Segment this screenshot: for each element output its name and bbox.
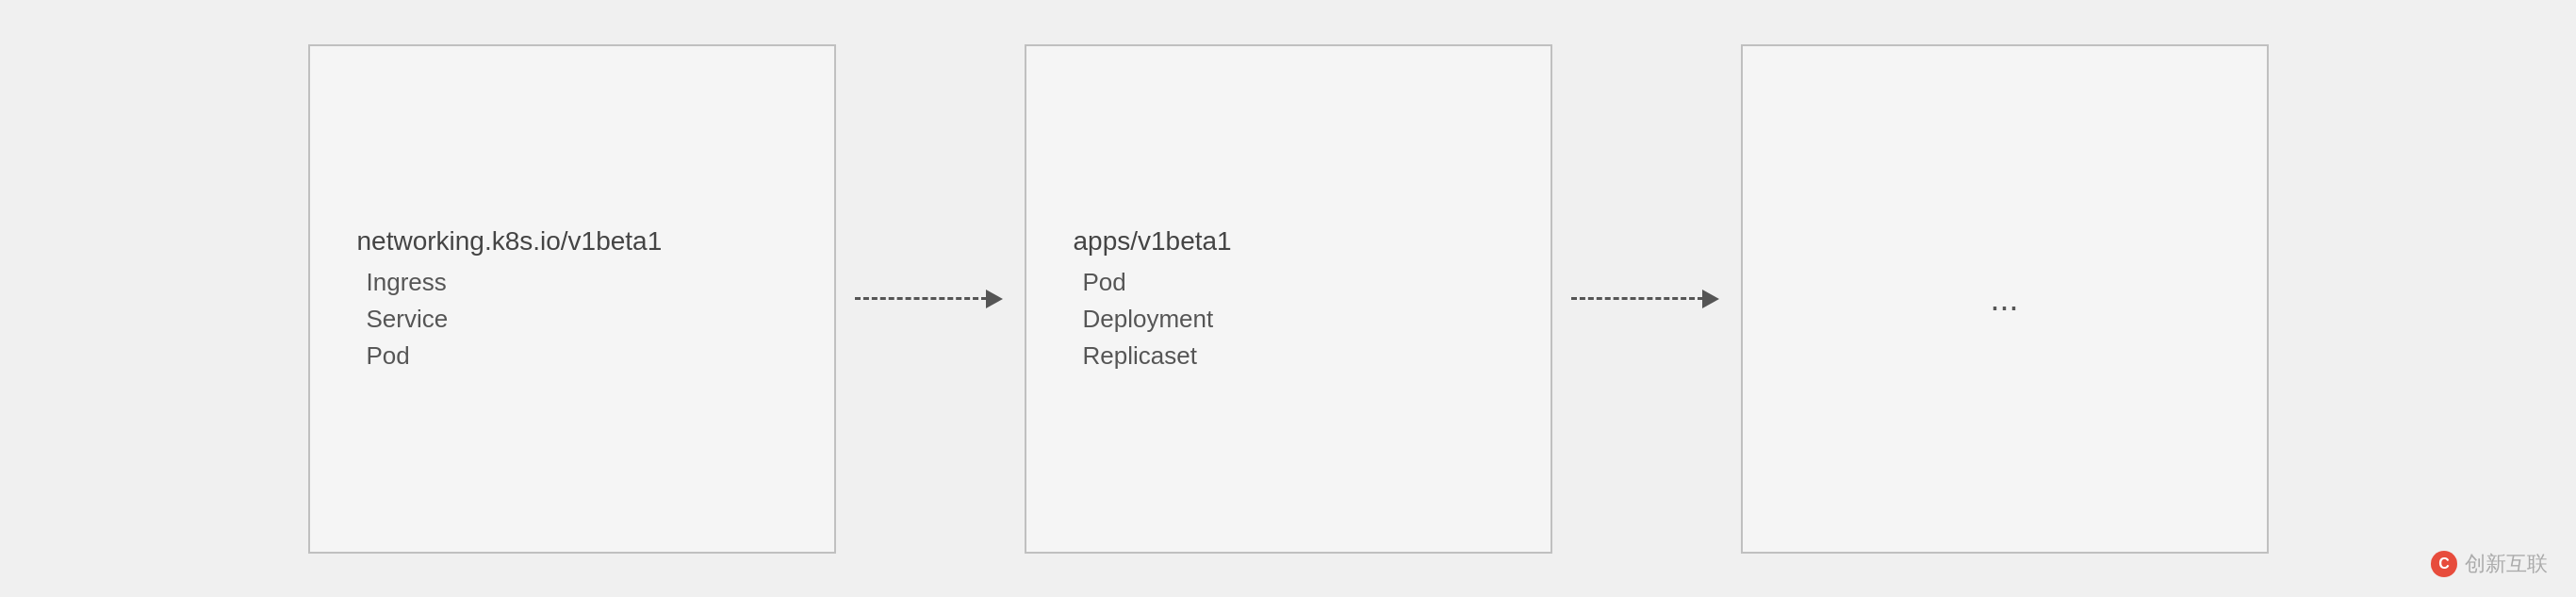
watermark-icon: C (2431, 551, 2457, 577)
box-apps-item-0: Pod (1074, 268, 1232, 297)
box-networking-item-0: Ingress (357, 268, 663, 297)
box-apps-title: apps/v1beta1 (1074, 226, 1232, 257)
arrow-head-2 (1702, 290, 1719, 308)
dashed-arrow-1 (855, 298, 1006, 300)
dashed-arrow-2 (1571, 298, 1722, 300)
box-networking-title: networking.k8s.io/v1beta1 (357, 226, 663, 257)
box-networking-item-2: Pod (357, 341, 663, 371)
arrow-1 (836, 298, 1025, 300)
box-networking: networking.k8s.io/v1beta1 Ingress Servic… (308, 44, 836, 554)
watermark: C 创新互联 (2431, 550, 2548, 578)
arrow-2 (1552, 298, 1741, 300)
box-apps-content: apps/v1beta1 Pod Deployment Replicaset (1074, 226, 1232, 371)
box-ellipsis-text: ... (1790, 279, 2220, 319)
box-apps: apps/v1beta1 Pod Deployment Replicaset (1025, 44, 1552, 554)
box-networking-item-1: Service (357, 305, 663, 334)
box-apps-item-1: Deployment (1074, 305, 1232, 334)
arrow-head-1 (986, 290, 1003, 308)
box-ellipsis: ... (1741, 44, 2269, 554)
box-apps-item-2: Replicaset (1074, 341, 1232, 371)
diagram-container: networking.k8s.io/v1beta1 Ingress Servic… (0, 0, 2576, 597)
box-networking-content: networking.k8s.io/v1beta1 Ingress Servic… (357, 226, 663, 371)
watermark-text: 创新互联 (2465, 550, 2548, 578)
dashed-line-2 (1571, 297, 1703, 300)
dashed-line-1 (855, 297, 987, 300)
